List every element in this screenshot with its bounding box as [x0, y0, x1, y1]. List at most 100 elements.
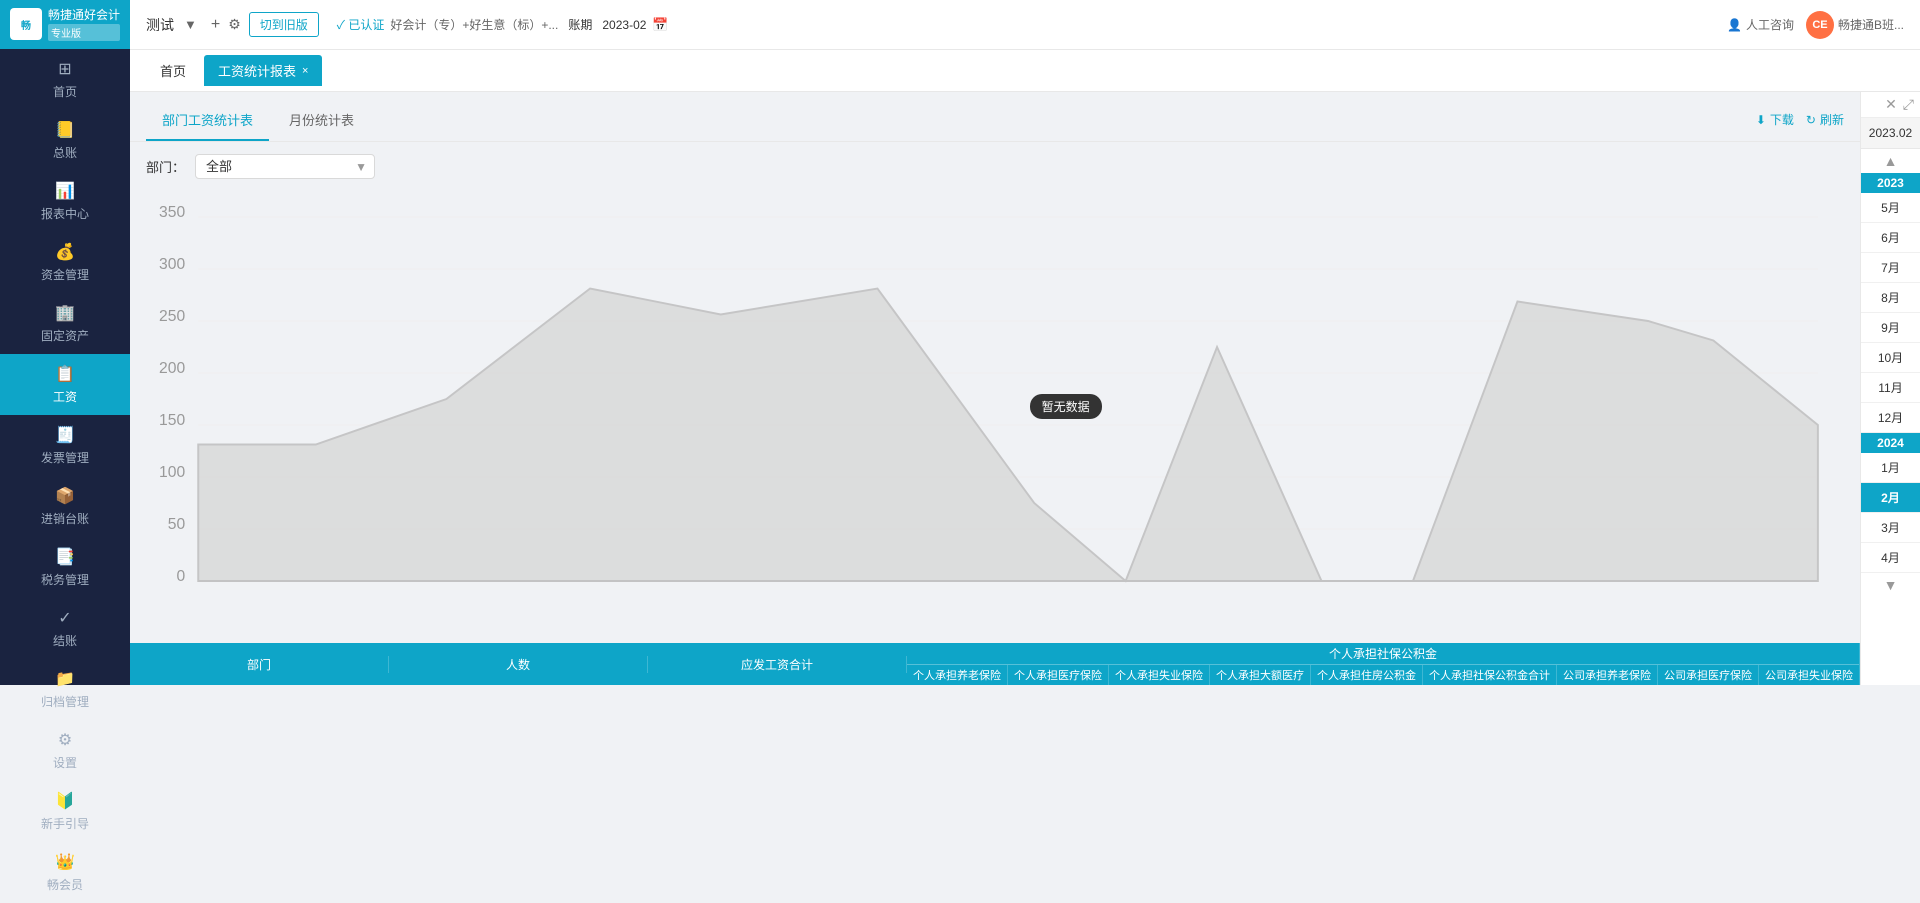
month-2024-3[interactable]: 3月 — [1861, 513, 1920, 543]
sub-tab-dept[interactable]: 部门工资统计表 — [146, 104, 269, 141]
topbar: 测试 ▼ + ⚙ 切到旧版 ✓ 已认证 好会计（专）+好生意（标）+... 账期… — [130, 0, 1920, 50]
table-col-人数: 人数 — [389, 656, 648, 673]
download-icon: ⬇ — [1756, 113, 1766, 127]
consult-button[interactable]: 👤 人工咨询 — [1727, 16, 1794, 33]
app-badge: 专业版 — [48, 24, 120, 41]
settings-icon: ⚙ — [58, 730, 72, 750]
sidebar-item-settings[interactable]: ⚙ 设置 — [0, 720, 130, 781]
sidebar-item-assets[interactable]: 🏢固定资产 — [0, 293, 130, 354]
sidebar-label-salary: 工资 — [53, 388, 77, 405]
sidebar-item-home[interactable]: ⊞首页 — [0, 49, 130, 110]
group-col-个人承担失业保险: 个人承担失业保险 — [1109, 665, 1210, 685]
sidebar-label-ledger: 总账 — [53, 144, 77, 161]
group-col-个人承担大额医疗: 个人承担大额医疗 — [1210, 665, 1311, 685]
sidebar-item-salary[interactable]: 📋工资 — [0, 354, 130, 415]
main-panel: 部门工资统计表 月份统计表 ⬇ 下载 ↻ 刷新 — [130, 92, 1860, 685]
panel-close-icon[interactable]: ✕ — [1885, 96, 1897, 113]
user-profile[interactable]: CE 畅捷通B班... — [1806, 11, 1904, 39]
svg-text:0: 0 — [176, 568, 185, 585]
sidebar-label-finance: 资金管理 — [41, 266, 89, 283]
sidebar-label-settlement: 结账 — [53, 632, 77, 649]
month-12[interactable]: 12月 — [1861, 403, 1920, 433]
sidebar-label-settings: 设置 — [53, 754, 77, 771]
year-nav-up[interactable]: ▲ — [1861, 149, 1920, 173]
year-2023-label: 2023 — [1861, 173, 1920, 193]
add-icon[interactable]: + — [211, 16, 220, 34]
month-2024-1[interactable]: 1月 — [1861, 453, 1920, 483]
svg-text:50: 50 — [168, 516, 186, 533]
svg-text:300: 300 — [159, 256, 185, 273]
calendar-icon[interactable]: 📅 — [652, 17, 668, 33]
sub-tabs: 部门工资统计表 月份统计表 ⬇ 下载 ↻ 刷新 — [130, 92, 1860, 142]
sidebar-item-settlement[interactable]: ✓ 结账 — [0, 598, 130, 659]
refresh-button[interactable]: ↻ 刷新 — [1806, 111, 1844, 128]
avatar: CE — [1806, 11, 1834, 39]
tabbar: 首页 工资统计报表 × — [130, 50, 1920, 92]
refresh-icon: ↻ — [1806, 113, 1816, 127]
month-6[interactable]: 6月 — [1861, 223, 1920, 253]
month-11[interactable]: 11月 — [1861, 373, 1920, 403]
sidebar-label-sales: 进销台账 — [41, 510, 89, 527]
switch-version-button[interactable]: 切到旧版 — [249, 12, 319, 37]
month-10[interactable]: 10月 — [1861, 343, 1920, 373]
year-header[interactable]: 2023.02 — [1861, 118, 1920, 149]
finance-icon: 💰 — [55, 242, 75, 262]
year-nav-down[interactable]: ▼ — [1861, 573, 1920, 597]
panel-expand-icon[interactable]: ⤢ — [1903, 96, 1914, 113]
sidebar-label-member: 畅会员 — [47, 876, 83, 893]
month-2024-2[interactable]: 2月 — [1861, 483, 1920, 513]
sidebar-item-invoice[interactable]: 🧾发票管理 — [0, 415, 130, 476]
chart-tooltip: 暂无数据 — [1030, 394, 1102, 419]
sidebar-item-member[interactable]: 👑畅会员 — [0, 842, 130, 903]
sidebar-item-ledger[interactable]: 📒总账 — [0, 110, 130, 171]
sidebar-item-sales[interactable]: 📦 进销台账 — [0, 476, 130, 537]
period-value: 2023-02 — [602, 18, 646, 32]
tab-salary-report[interactable]: 工资统计报表 × — [204, 55, 322, 86]
table-footer: 部门人数应发工资合计个人承担社保公积金个人承担养老保险个人承担医疗保险个人承担失… — [130, 643, 1860, 685]
month-8[interactable]: 8月 — [1861, 283, 1920, 313]
sidebar: 畅 畅捷通好会计 专业版 ⊞首页📒总账📊报表中心💰资金管理🏢固定资产📋工资🧾发票… — [0, 0, 130, 685]
month-7[interactable]: 7月 — [1861, 253, 1920, 283]
sidebar-items: ⊞首页📒总账📊报表中心💰资金管理🏢固定资产📋工资🧾发票管理📦进销台账📑税务管理✓… — [0, 49, 130, 903]
sidebar-item-tax[interactable]: 📑税务管理 — [0, 537, 130, 598]
svg-text:250: 250 — [159, 308, 185, 325]
sidebar-item-guide[interactable]: 🔰新手引导 — [0, 781, 130, 842]
product-badges: 好会计（专）+好生意（标）+... — [390, 16, 558, 33]
svg-text:350: 350 — [159, 204, 185, 221]
reports-icon: 📊 — [55, 181, 75, 201]
month-5[interactable]: 5月 — [1861, 193, 1920, 223]
sidebar-label-guide: 新手引导 — [41, 815, 89, 832]
tab-close-icon[interactable]: × — [302, 65, 308, 77]
period-label: 账期 — [568, 16, 592, 33]
sidebar-label-invoice: 发票管理 — [41, 449, 89, 466]
sidebar-item-finance[interactable]: 💰 资金管理 — [0, 232, 130, 293]
settings-icon[interactable]: ⚙ — [228, 16, 241, 33]
dept-filter-select[interactable]: 全部 — [195, 154, 375, 179]
table-group-personal-social: 个人承担社保公积金个人承担养老保险个人承担医疗保险个人承担失业保险个人承担大额医… — [907, 643, 1860, 685]
month-2024-4[interactable]: 4月 — [1861, 543, 1920, 573]
sidebar-item-reports[interactable]: 📊报表中心 — [0, 171, 130, 232]
download-button[interactable]: ⬇ 下载 — [1756, 111, 1794, 128]
month-9[interactable]: 9月 — [1861, 313, 1920, 343]
chart-area: 350 300 250 200 150 100 50 0 — [130, 191, 1860, 643]
right-panel: ✕ ⤢ 2023.02 ▲ 2023 5月 6月 7月 8月 9月 10月 11… — [1860, 92, 1920, 685]
settlement-icon: ✓ — [58, 608, 71, 628]
svg-text:100: 100 — [159, 464, 185, 481]
content-wrapper: 部门工资统计表 月份统计表 ⬇ 下载 ↻ 刷新 — [130, 92, 1920, 685]
sales-icon: 📦 — [55, 486, 75, 506]
svg-text:200: 200 — [159, 360, 185, 377]
sub-tab-monthly[interactable]: 月份统计表 — [273, 104, 370, 141]
sidebar-item-archive[interactable]: 📁归档管理 — [0, 659, 130, 720]
logo-icon: 畅 — [10, 8, 42, 40]
table-col-应发工资合计: 应发工资合计 — [648, 656, 907, 673]
archive-icon: 📁 — [55, 669, 75, 689]
tab-home[interactable]: 首页 — [146, 55, 200, 86]
sidebar-label-home: 首页 — [53, 83, 77, 100]
company-dropdown[interactable]: ▼ — [184, 17, 197, 32]
user-name: 畅捷通B班... — [1838, 16, 1904, 33]
filter-row: 部门： 全部 ▼ — [130, 142, 1860, 191]
group-col-公司承担医疗保险: 公司承担医疗保险 — [1658, 665, 1759, 685]
group-col-个人承担养老保险: 个人承担养老保险 — [907, 665, 1008, 685]
table-col-部门: 部门 — [130, 656, 389, 673]
sidebar-label-tax: 税务管理 — [41, 571, 89, 588]
